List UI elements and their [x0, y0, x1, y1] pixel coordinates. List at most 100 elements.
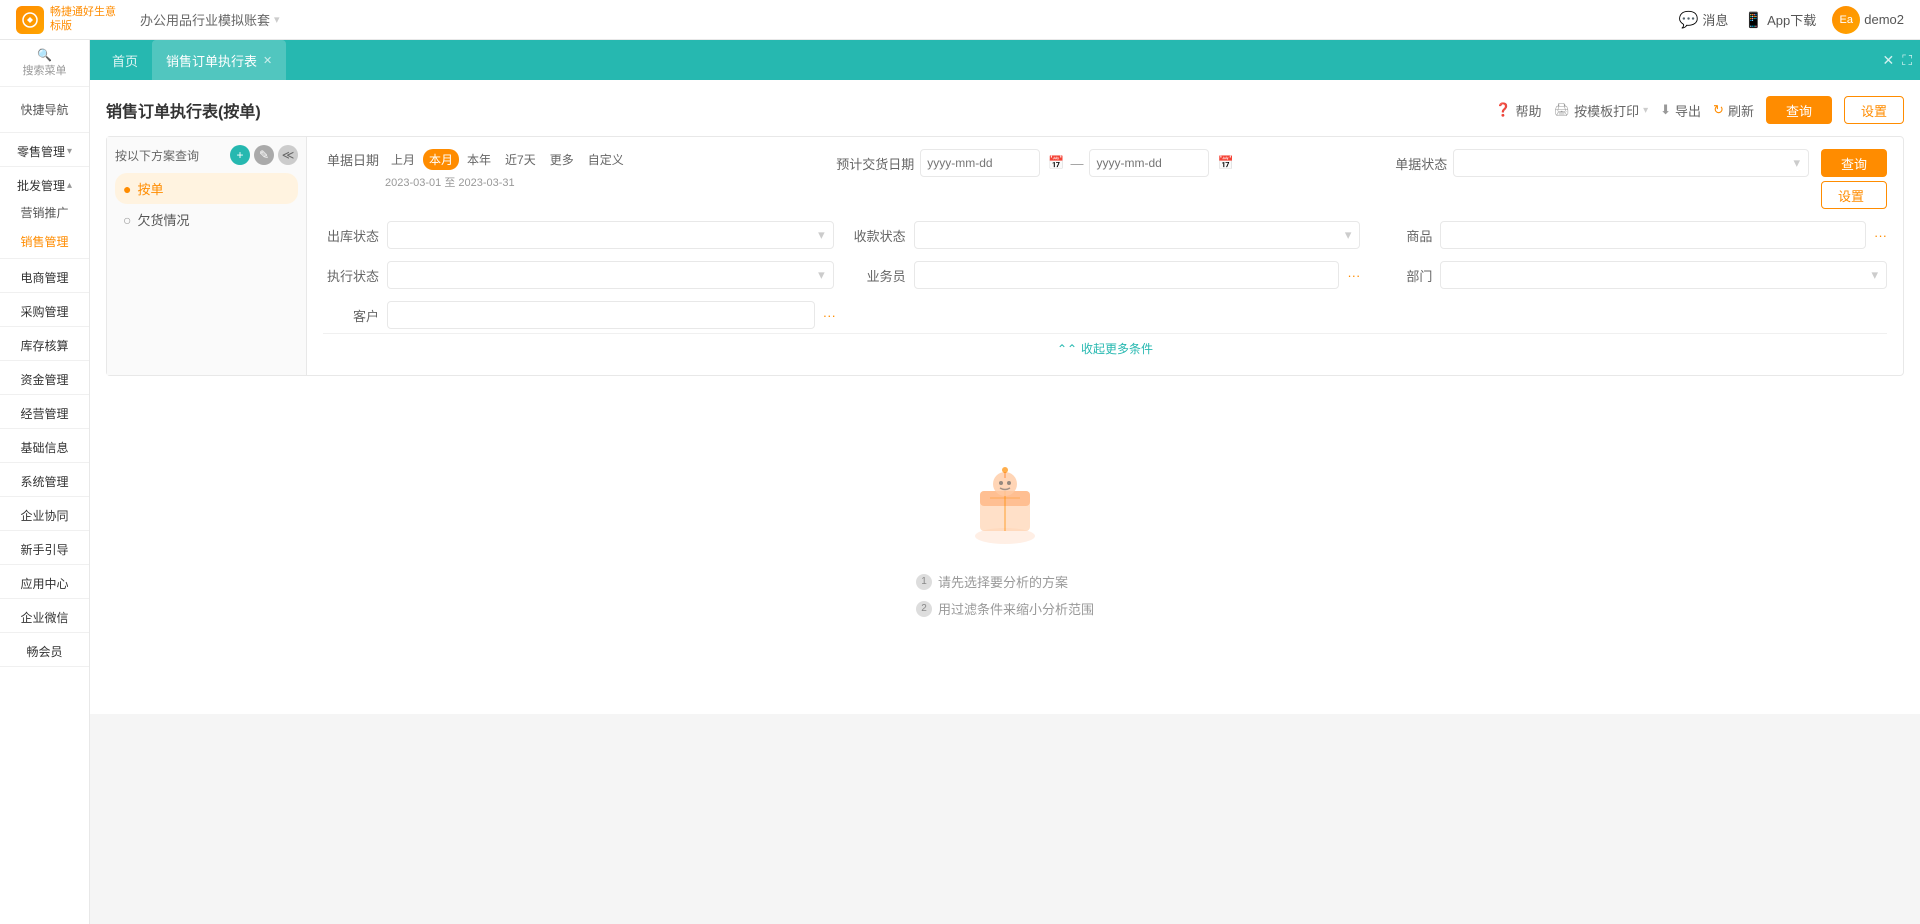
- goods-dots-icon[interactable]: ···: [1874, 228, 1887, 243]
- department-label: 部门: [1376, 266, 1432, 285]
- out-status-label: 出库状态: [323, 226, 379, 245]
- department-select[interactable]: ▾: [1440, 261, 1887, 289]
- delivery-date-start[interactable]: [920, 149, 1040, 177]
- goods-input[interactable]: [1440, 221, 1866, 249]
- sidebar: 🔍 搜索菜单 快捷导航 零售管理 ▾ 批发管理 ▴ 营销推广 销售管理 电商管理…: [0, 40, 90, 924]
- breadcrumb[interactable]: 办公用品行业模拟账套 ▾: [140, 10, 280, 29]
- department-dropdown-icon: ▾: [1871, 267, 1878, 283]
- empty-text-list: 1 请先选择要分析的方案 2 用过滤条件来缩小分析范围: [916, 572, 1094, 618]
- sidebar-item-guide[interactable]: 新手引导: [0, 533, 89, 562]
- scheme-icon: ○: [123, 212, 131, 228]
- collapse-filter-button[interactable]: ⌃⌃ 收起更多条件: [323, 333, 1887, 363]
- print-button[interactable]: 🖨 按模板打印 ▾: [1554, 101, 1649, 120]
- query-button-right[interactable]: 查询: [1821, 149, 1887, 177]
- sidebar-item-wechat[interactable]: 企业微信: [0, 601, 89, 630]
- scheme-item-shortage[interactable]: ○ 欠货情况: [115, 204, 298, 235]
- print-icon: 🖨: [1554, 102, 1571, 118]
- out-status-field: 出库状态 ▾: [323, 221, 834, 249]
- calendar-end-icon[interactable]: 📅: [1217, 155, 1233, 171]
- sidebar-item-basic[interactable]: 基础信息: [0, 431, 89, 460]
- filter-row-4: 客户 ···: [323, 301, 1887, 329]
- tab-sales-order[interactable]: 销售订单执行表 ✕: [152, 40, 286, 80]
- doc-status-label: 单据状态: [1391, 154, 1447, 173]
- sidebar-item-marketing[interactable]: 营销推广: [0, 198, 89, 227]
- sidebar-wholesale-section: 批发管理 ▴ 营销推广 销售管理: [0, 167, 89, 259]
- sidebar-item-finance[interactable]: 资金管理: [0, 363, 89, 392]
- collapse-scheme-button[interactable]: ≪: [278, 145, 298, 165]
- date-tab-7days[interactable]: 近7天: [499, 149, 542, 170]
- date-tabs: 上月 本月 本年 近7天 更多 自定义: [385, 149, 630, 170]
- tab-home[interactable]: 首页: [98, 40, 152, 80]
- doc-status-select[interactable]: ▾: [1453, 149, 1809, 177]
- sidebar-search[interactable]: 🔍 搜索菜单: [0, 40, 89, 87]
- sidebar-item-system[interactable]: 系统管理: [0, 465, 89, 494]
- date-tab-more[interactable]: 更多: [544, 149, 580, 170]
- sidebar-item-inventory[interactable]: 库存核算: [0, 329, 89, 358]
- salesperson-label: 业务员: [850, 266, 906, 285]
- user-area[interactable]: Ea demo2: [1832, 6, 1904, 34]
- edit-scheme-button[interactable]: ✎: [254, 145, 274, 165]
- message-button[interactable]: 💬 消息: [1678, 10, 1728, 30]
- scheme-item-by-order[interactable]: ● 按单: [115, 173, 298, 204]
- sidebar-item-enterprise[interactable]: 企业协同: [0, 499, 89, 528]
- execute-status-dropdown-icon: ▾: [818, 267, 825, 283]
- sidebar-item-apps[interactable]: 应用中心: [0, 567, 89, 596]
- date-tab-current-month[interactable]: 本月: [423, 149, 459, 170]
- customer-input[interactable]: [387, 301, 815, 329]
- sidebar-item-operations[interactable]: 经营管理: [0, 397, 89, 426]
- sidebar-apps-section: 应用中心: [0, 565, 89, 599]
- out-status-select[interactable]: ▾: [387, 221, 834, 249]
- collection-status-label: 收款状态: [850, 226, 906, 245]
- goods-label: 商品: [1376, 226, 1432, 245]
- tab-close-all-icon[interactable]: ✕: [1882, 52, 1894, 69]
- sidebar-item-retail[interactable]: 零售管理 ▾: [0, 135, 89, 164]
- page-header: 销售订单执行表(按单) ❓ 帮助 🖨 按模板打印 ▾ ⬇: [106, 96, 1904, 124]
- settings-button-right[interactable]: 设置: [1821, 181, 1887, 209]
- empty-state: 1 请先选择要分析的方案 2 用过滤条件来缩小分析范围: [106, 376, 1904, 698]
- sidebar-item-sales-management[interactable]: 销售管理: [0, 227, 89, 256]
- salesperson-input[interactable]: [914, 261, 1340, 289]
- sidebar-enterprise-section: 企业协同: [0, 497, 89, 531]
- sidebar-item-ecommerce[interactable]: 电商管理: [0, 261, 89, 290]
- expected-delivery-label: 预计交货日期: [836, 154, 914, 173]
- customer-field: 客户 ···: [323, 301, 836, 329]
- dropdown-icon: ▾: [1793, 155, 1800, 171]
- delivery-date-end[interactable]: [1089, 149, 1209, 177]
- calendar-start-icon[interactable]: 📅: [1048, 155, 1064, 171]
- filter-scheme-header: 按以下方案查询 + ✎ ≪: [115, 145, 298, 165]
- date-tab-last-month[interactable]: 上月: [385, 149, 421, 170]
- sidebar-item-members[interactable]: 畅会员: [0, 635, 89, 664]
- refresh-button[interactable]: ↻ 刷新: [1713, 101, 1754, 120]
- content-area: 首页 销售订单执行表 ✕ ✕ ⛶ 销售订单执行表(按单) ❓: [90, 40, 1920, 924]
- quick-nav[interactable]: 快捷导航: [0, 87, 89, 133]
- filter-panel: 按以下方案查询 + ✎ ≪ ● 按单 ○: [106, 136, 1904, 376]
- query-button[interactable]: 查询: [1766, 96, 1832, 124]
- content-wrapper: 销售订单执行表(按单) ❓ 帮助 🖨 按模板打印 ▾ ⬇: [90, 80, 1920, 924]
- settings-button[interactable]: 设置: [1844, 96, 1904, 124]
- out-status-dropdown-icon: ▾: [818, 227, 825, 243]
- sidebar-item-quick-nav[interactable]: 快捷导航: [0, 93, 89, 126]
- logo-area: 畅捷通好生意 标版: [16, 6, 116, 34]
- tab-close-icon[interactable]: ✕: [263, 54, 272, 67]
- date-label: 单据日期: [323, 150, 379, 169]
- sidebar-item-purchase[interactable]: 采购管理: [0, 295, 89, 324]
- sidebar-ecommerce-section: 电商管理: [0, 259, 89, 293]
- filter-scheme-panel: 按以下方案查询 + ✎ ≪ ● 按单 ○: [107, 137, 307, 375]
- customer-dots-icon[interactable]: ···: [823, 308, 836, 323]
- collection-status-select[interactable]: ▾: [914, 221, 1361, 249]
- execute-status-select[interactable]: ▾: [387, 261, 834, 289]
- app-download-button[interactable]: 📱 App下载: [1744, 10, 1816, 29]
- help-button[interactable]: ❓ 帮助: [1495, 101, 1541, 120]
- salesperson-dots-icon[interactable]: ···: [1347, 268, 1360, 283]
- filter-fields-panel: 单据日期 上月 本月 本年 近7天 更多 自定义: [307, 137, 1903, 375]
- export-button[interactable]: ⬇ 导出: [1660, 101, 1701, 120]
- goods-field: 商品 ···: [1376, 221, 1887, 249]
- date-range-text: 2023-03-01 至 2023-03-31: [385, 174, 515, 190]
- date-tab-current-year[interactable]: 本年: [461, 149, 497, 170]
- sidebar-item-wholesale[interactable]: 批发管理 ▴: [0, 169, 89, 198]
- top-header: 畅捷通好生意 标版 办公用品行业模拟账套 ▾ 💬 消息 📱 App下载 Ea d…: [0, 0, 1920, 40]
- add-scheme-button[interactable]: +: [230, 145, 250, 165]
- date-tab-custom[interactable]: 自定义: [582, 149, 630, 170]
- tab-fullscreen-icon[interactable]: ⛶: [1902, 52, 1912, 69]
- empty-illustration: [955, 456, 1055, 556]
